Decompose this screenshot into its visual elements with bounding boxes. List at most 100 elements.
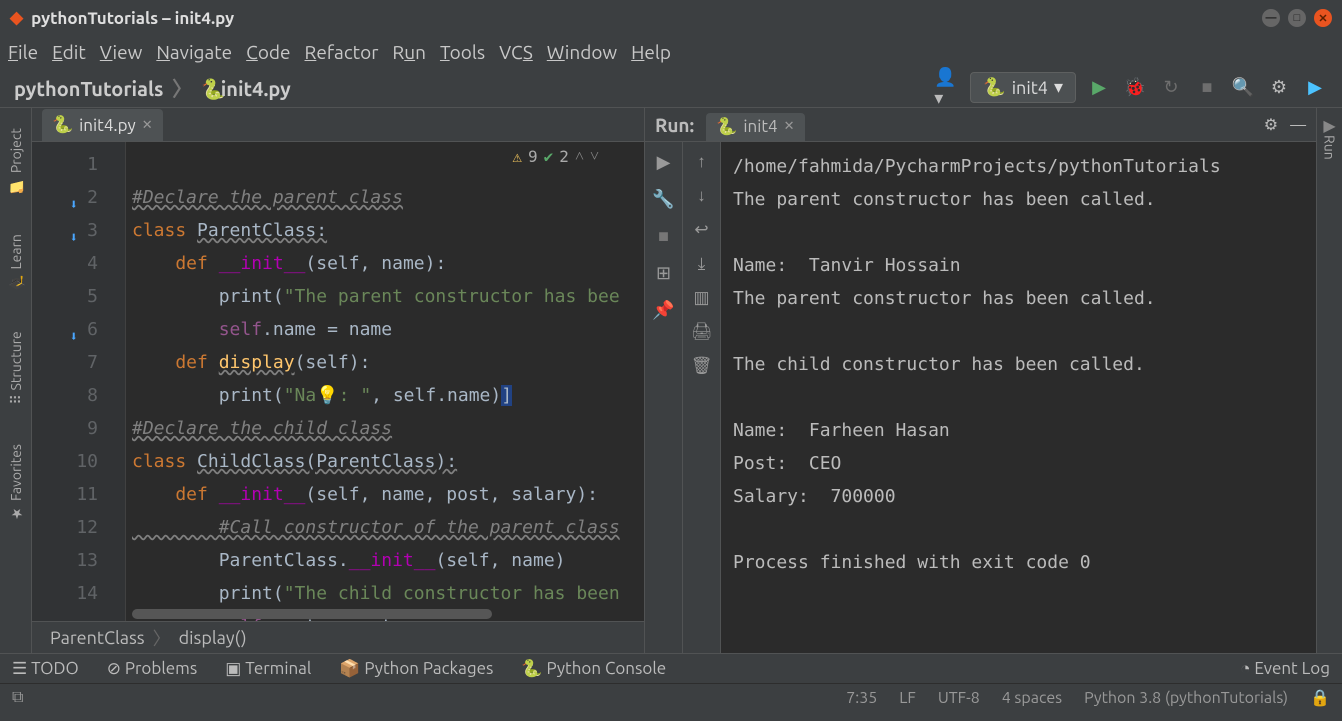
soft-wrap-icon[interactable]: ↩ xyxy=(694,220,708,240)
menu-code[interactable]: Code xyxy=(246,41,290,63)
lock-icon[interactable]: 🔒 xyxy=(1310,688,1330,707)
menu-file[interactable]: File xyxy=(8,41,38,63)
run-config-label: init4 xyxy=(1012,78,1048,98)
menu-view[interactable]: View xyxy=(100,41,143,63)
status-windows-icon[interactable]: ⧉ xyxy=(12,688,23,707)
close-button[interactable]: ✕ xyxy=(1314,9,1332,27)
trash-icon[interactable]: 🗑 xyxy=(691,356,713,376)
stop-button[interactable]: ■ xyxy=(1194,75,1220,101)
favorites-tool-button[interactable]: ★Favorites xyxy=(8,444,24,521)
python-icon: 🐍 xyxy=(983,77,1005,98)
python-packages-tool-button[interactable]: 📦 Python Packages xyxy=(339,659,493,679)
intention-bulb-icon[interactable]: 💡 xyxy=(316,385,338,406)
line-separator[interactable]: LF xyxy=(899,689,916,707)
run-left-rail: ▶ 🔧 ■ ⊞ 📌 xyxy=(645,142,683,653)
python-icon: 🐍 xyxy=(716,117,737,137)
editor-breadcrumb[interactable]: ParentClass 〉 display() xyxy=(32,621,644,653)
editor-panel: 🐍 init4.py ✕ 1 2⬇ 3⬇ 45 6⬇ 7891011121314… xyxy=(32,108,644,653)
tab-label: init4.py xyxy=(79,116,136,135)
user-icon[interactable]: 👤▾ xyxy=(934,75,960,101)
gutter-override-icon[interactable]: ⬇ xyxy=(64,189,78,203)
minimize-panel-icon[interactable]: — xyxy=(1290,116,1306,134)
code-area[interactable]: 1 2⬇ 3⬇ 45 6⬇ 7891011121314 #Declare the… xyxy=(32,142,644,621)
python-interpreter[interactable]: Python 3.8 (pythonTutorials) xyxy=(1084,689,1288,707)
problems-tool-button[interactable]: ⊘ Problems xyxy=(107,659,198,679)
menu-bar: File Edit View Navigate Code Refactor Ru… xyxy=(0,36,1342,68)
run-panel-header: Run: 🐍 init4 ✕ ⚙ — xyxy=(645,108,1316,142)
scroll-to-end-icon[interactable]: ⤓ xyxy=(698,254,706,274)
run-tab[interactable]: 🐍 init4 ✕ xyxy=(706,113,804,141)
fold-gutter[interactable] xyxy=(104,142,126,621)
rerun-with-coverage-button[interactable]: ↻ xyxy=(1158,75,1184,101)
code-text[interactable]: #Declare the parent class class ParentCl… xyxy=(126,142,644,621)
breadcrumb-class[interactable]: ParentClass xyxy=(50,628,145,648)
learn-tool-button[interactable]: 🎓Learn xyxy=(8,234,24,290)
terminal-tool-button[interactable]: ▣ Terminal xyxy=(225,659,311,679)
layout-icon[interactable]: ⊞ xyxy=(656,263,671,284)
status-bar: ⧉ 7:35 LF UTF-8 4 spaces Python 3.8 (pyt… xyxy=(0,683,1342,711)
print-icon[interactable]: 🖨 xyxy=(691,322,713,342)
close-icon[interactable]: ✕ xyxy=(784,119,795,134)
rerun-button[interactable]: ▶ xyxy=(657,152,671,173)
event-log-button[interactable]: ◔ Event Log xyxy=(1240,659,1330,679)
menu-navigate[interactable]: Navigate xyxy=(156,41,232,63)
maximize-button[interactable]: □ xyxy=(1288,9,1306,27)
app-icon: ◆ xyxy=(10,8,23,28)
breadcrumb-project[interactable]: pythonTutorials xyxy=(14,77,163,100)
gear-icon[interactable]: ⚙ xyxy=(1264,115,1278,134)
indent-setting[interactable]: 4 spaces xyxy=(1002,689,1062,707)
horizontal-scrollbar[interactable] xyxy=(132,609,492,619)
project-tool-button[interactable]: 📁Project xyxy=(8,128,24,194)
stop-button[interactable]: ■ xyxy=(658,226,669,247)
prev-highlight-icon[interactable]: ˄ xyxy=(575,146,584,166)
breadcrumb-method[interactable]: display() xyxy=(179,628,247,648)
search-button[interactable]: 🔍 xyxy=(1230,75,1256,101)
run-tab-label: init4 xyxy=(743,117,777,136)
run-tool-button[interactable]: Run xyxy=(1322,135,1338,160)
menu-window[interactable]: Window xyxy=(547,41,617,63)
editor-tab-init4[interactable]: 🐍 init4.py ✕ xyxy=(42,109,163,141)
ide-tour-button[interactable]: ▶ xyxy=(1302,75,1328,101)
breadcrumb-file[interactable]: init4.py xyxy=(221,77,291,100)
window-title: pythonTutorials – init4.py xyxy=(31,9,234,28)
run-right-rail: ↑ ↓ ↩ ⤓ ▥ 🖨 🗑 xyxy=(683,142,721,653)
gutter-override-icon[interactable]: ⬇ xyxy=(64,321,78,335)
todo-tool-button[interactable]: ☰ TODO xyxy=(12,659,79,679)
menu-help[interactable]: Help xyxy=(631,41,671,63)
settings-button[interactable]: ⚙ xyxy=(1266,75,1292,101)
minimize-button[interactable]: — xyxy=(1262,9,1280,27)
menu-run[interactable]: Run xyxy=(392,41,426,63)
menu-tools[interactable]: Tools xyxy=(440,41,485,63)
down-arrow-icon[interactable]: ↓ xyxy=(697,186,706,206)
check-icon: ✔ xyxy=(544,147,554,166)
close-tab-icon[interactable]: ✕ xyxy=(142,118,153,133)
file-encoding[interactable]: UTF-8 xyxy=(938,689,980,707)
breadcrumb[interactable]: pythonTutorials 〉 🐍 init4.py xyxy=(14,73,291,102)
gutter-override-icon[interactable]: ⬇ xyxy=(64,222,78,236)
editor-tabs: 🐍 init4.py ✕ xyxy=(32,108,644,142)
menu-vcs[interactable]: VCS xyxy=(499,41,533,63)
python-console-tool-button[interactable]: 🐍 Python Console xyxy=(521,659,666,679)
menu-refactor[interactable]: Refactor xyxy=(305,41,379,63)
split-icon[interactable]: ▥ xyxy=(693,288,709,308)
pin-icon[interactable]: 📌 xyxy=(652,300,674,321)
chevron-right-icon: 〉 xyxy=(153,625,171,651)
line-gutter: 1 2⬇ 3⬇ 45 6⬇ 7891011121314 xyxy=(32,142,104,621)
run-button[interactable]: ▶ xyxy=(1086,75,1112,101)
right-tool-rail: ▶ Run xyxy=(1316,108,1342,653)
up-arrow-icon[interactable]: ↑ xyxy=(697,152,706,172)
chevron-right-icon: 〉 xyxy=(172,77,192,100)
run-configuration-selector[interactable]: 🐍 init4 ▾ xyxy=(970,72,1076,103)
hide-panel-icon[interactable]: ▶ xyxy=(1323,116,1335,135)
debug-button[interactable]: 🐞 xyxy=(1122,75,1148,101)
chevron-down-icon: ▾ xyxy=(1054,77,1063,98)
structure-tool-button[interactable]: ⠿Structure xyxy=(8,331,24,404)
cursor-position[interactable]: 7:35 xyxy=(846,689,877,707)
console-output[interactable]: /home/fahmida/PycharmProjects/pythonTuto… xyxy=(721,142,1316,653)
wrench-icon[interactable]: 🔧 xyxy=(652,189,674,210)
python-file-icon: 🐍 xyxy=(52,115,73,135)
menu-edit[interactable]: Edit xyxy=(52,41,86,63)
warning-icon: ⚠ xyxy=(512,147,522,166)
inspection-widget[interactable]: ⚠9 ✔2 ˄ ˅ xyxy=(512,146,599,166)
next-highlight-icon[interactable]: ˅ xyxy=(590,146,599,166)
